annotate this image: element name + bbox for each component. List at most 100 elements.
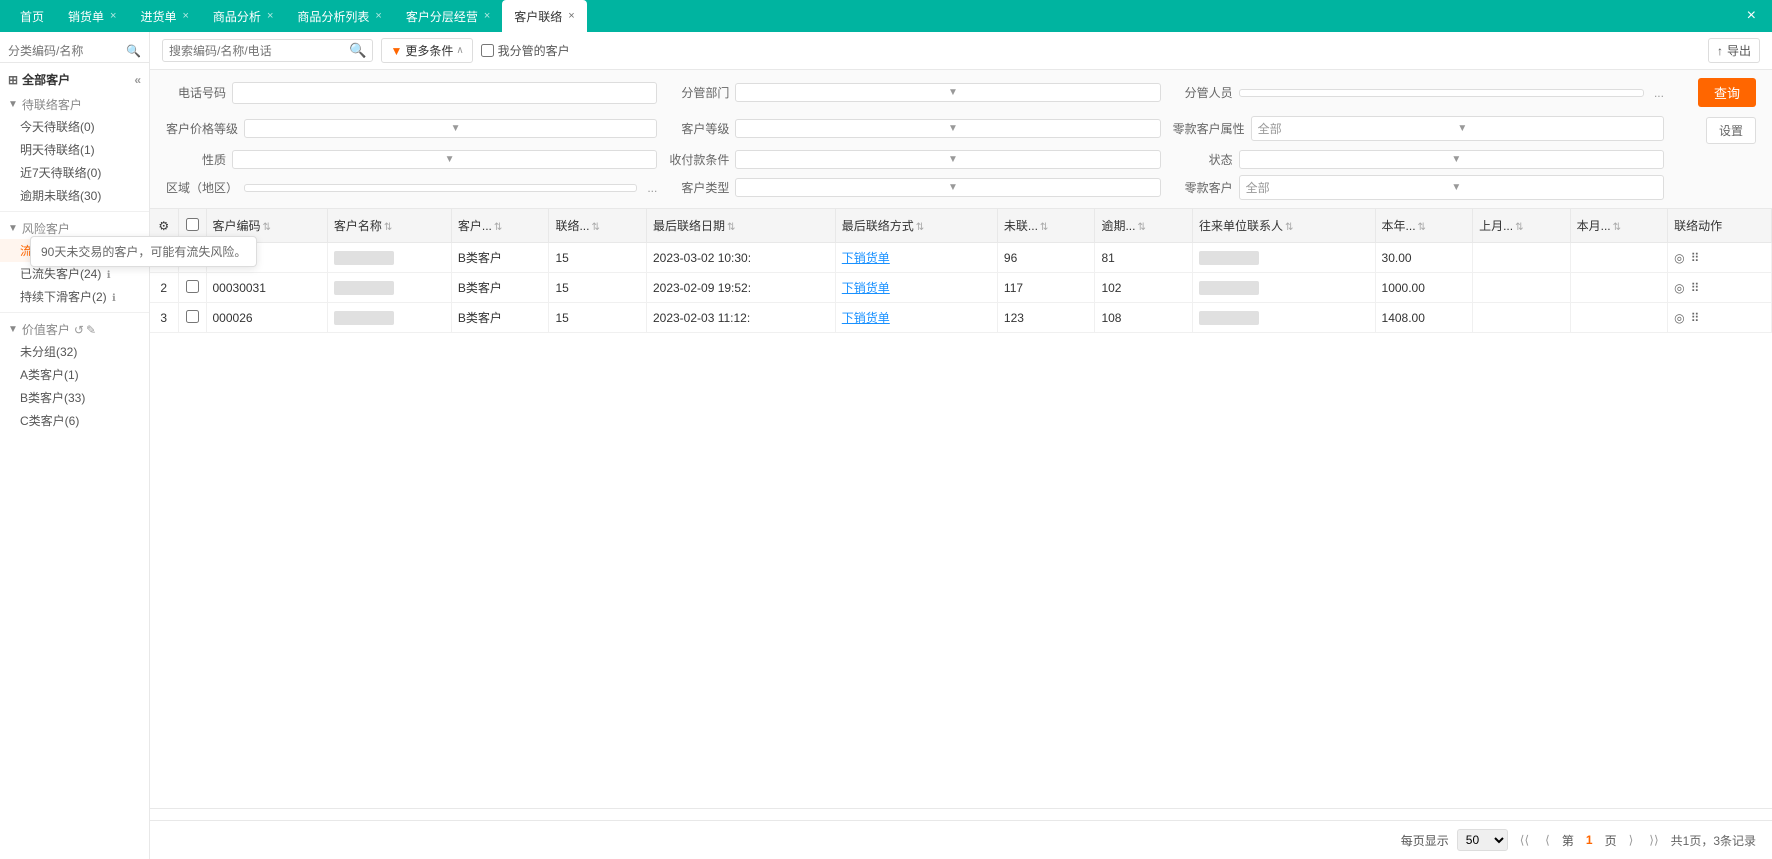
td-this-year: 30.00 <box>1375 243 1473 273</box>
sort-icon[interactable]: ⇅ <box>1285 222 1293 233</box>
contact-type-link[interactable]: 下销货单 <box>842 251 890 265</box>
zero-customers-select[interactable]: 全部 ▼ <box>1239 175 1664 200</box>
row-checkbox[interactable] <box>186 280 199 293</box>
window-close-button[interactable]: × <box>1739 7 1764 25</box>
filter-search-input[interactable] <box>169 44 349 58</box>
customer-level-select[interactable]: ▼ <box>735 119 1160 138</box>
sort-icon[interactable]: ⇅ <box>1515 222 1523 233</box>
nature-select[interactable]: ▼ <box>232 150 657 169</box>
payment-select[interactable]: ▼ <box>735 150 1160 169</box>
tab-purchase[interactable]: 进货单 × <box>128 0 200 32</box>
th-last-contact-date: 最后联络日期⇅ <box>646 209 835 243</box>
sidebar-item-tomorrow[interactable]: 明天待联络(1) <box>0 138 149 161</box>
sidebar-item-today[interactable]: 今天待联络(0) <box>0 115 149 138</box>
sort-icon[interactable]: ⇅ <box>1418 222 1426 233</box>
sidebar-item-c-class[interactable]: C类客户(6) <box>0 409 149 432</box>
sidebar-item-b-class[interactable]: B类客户(33) <box>0 386 149 409</box>
sort-icon[interactable]: ⇅ <box>591 222 599 233</box>
area-select[interactable] <box>244 184 637 192</box>
td-last-month <box>1473 243 1571 273</box>
customer-type-select[interactable]: ▼ <box>735 178 1160 197</box>
prev-page-button[interactable]: ⟨ <box>1541 831 1554 849</box>
group-pending-contact[interactable]: ▼ 待联络客户 <box>0 92 149 115</box>
more-action-icon[interactable]: ⠿ <box>1691 311 1700 325</box>
sidebar-item-7days[interactable]: 近7天待联络(0) <box>0 161 149 184</box>
export-button[interactable]: ↑ 导出 <box>1708 38 1760 63</box>
last-page-button[interactable]: ⟩⟩ <box>1645 831 1662 849</box>
td-last-month <box>1473 303 1571 333</box>
sort-icon[interactable]: ⇅ <box>494 222 502 233</box>
sort-icon[interactable]: ⇅ <box>1613 222 1621 233</box>
query-button[interactable]: 查询 <box>1698 78 1756 107</box>
td-last-contact-type: 下销货单 <box>835 273 997 303</box>
my-customers-checkbox[interactable] <box>481 44 494 57</box>
gear-icon[interactable]: ⚙ <box>158 219 169 233</box>
close-icon[interactable]: × <box>110 10 116 22</box>
area-more-icon[interactable]: ... <box>647 181 657 195</box>
dept-select[interactable]: ▼ <box>735 83 1160 102</box>
sidebar-search-input[interactable] <box>8 44 126 58</box>
close-icon[interactable]: × <box>267 10 273 22</box>
close-icon[interactable]: × <box>568 10 574 22</box>
filter-actions: 查询 <box>1676 78 1756 107</box>
first-page-button[interactable]: ⟨⟨ <box>1516 831 1533 849</box>
my-customers-checkbox-label[interactable]: 我分管的客户 <box>481 42 570 59</box>
td-action: ◎ ⠿ <box>1668 273 1772 303</box>
sort-icon[interactable]: ⇅ <box>727 222 735 233</box>
contact-type-link[interactable]: 下销货单 <box>842 281 890 295</box>
next-page-button[interactable]: ⟩ <box>1625 831 1638 849</box>
tab-home[interactable]: 首页 <box>8 0 56 32</box>
sort-icon[interactable]: ⇅ <box>1040 222 1048 233</box>
data-table: ⚙ 客户编码⇅ 客户名称⇅ 客户...⇅ 联络...⇅ 最后联络日期⇅ 最后联络… <box>150 209 1772 333</box>
more-conditions-button[interactable]: ▼ 更多条件 ∧ <box>381 38 472 63</box>
phone-input[interactable] <box>232 82 657 104</box>
sidebar-search-area: 🔍 <box>0 40 149 63</box>
group-value-customers[interactable]: ▼ 价值客户 ↺ ✎ <box>0 317 149 340</box>
per-page-label: 每页显示 <box>1401 832 1449 849</box>
tab-customer-contact[interactable]: 客户联络 × <box>502 0 586 32</box>
chevron-down-icon: ▼ <box>948 87 1154 98</box>
collapse-icon[interactable]: « <box>134 73 141 87</box>
pagination: 每页显示 50 100 200 ⟨⟨ ⟨ 第 1 页 ⟩ ⟩⟩ 共1页，3条记录 <box>150 820 1772 859</box>
close-icon[interactable]: × <box>484 10 490 22</box>
more-action-icon[interactable]: ⠿ <box>1691 281 1700 295</box>
th-last-contact-type: 最后联络方式⇅ <box>835 209 997 243</box>
filter-field-dept: 分管部门 ▼ <box>669 83 1172 102</box>
more-options-icon[interactable]: ... <box>1654 86 1664 100</box>
contact-action-icon[interactable]: ◎ <box>1674 311 1684 325</box>
td-this-month <box>1570 303 1668 333</box>
more-action-icon[interactable]: ⠿ <box>1691 251 1700 265</box>
setting-button[interactable]: 设置 <box>1706 117 1756 144</box>
person-select[interactable] <box>1239 89 1644 97</box>
sort-icon[interactable]: ⇅ <box>916 222 924 233</box>
sort-icon[interactable]: ⇅ <box>263 222 271 233</box>
zero-attr-select[interactable]: 全部 ▼ <box>1251 116 1664 141</box>
td-overdue: 81 <box>1095 243 1193 273</box>
select-all-checkbox[interactable] <box>186 218 199 231</box>
tab-analysis[interactable]: 商品分析 × <box>201 0 285 32</box>
sidebar-item-ungrouped[interactable]: 未分组(32) <box>0 340 149 363</box>
close-icon[interactable]: × <box>182 10 188 22</box>
close-icon[interactable]: × <box>375 10 381 22</box>
info-icon: ℹ <box>112 293 116 304</box>
contact-action-icon[interactable]: ◎ <box>1674 251 1684 265</box>
sidebar-item-a-class[interactable]: A类客户(1) <box>0 363 149 386</box>
tab-analysis-list[interactable]: 商品分析列表 × <box>285 0 393 32</box>
price-level-select[interactable]: ▼ <box>244 119 657 138</box>
sort-icon[interactable]: ⇅ <box>1137 222 1145 233</box>
horizontal-scrollbar[interactable] <box>150 808 1772 820</box>
status-select[interactable]: ▼ <box>1239 150 1664 169</box>
tab-sales[interactable]: 销货单 × <box>56 0 128 32</box>
sidebar-item-declining-customers[interactable]: 持续下滑客户(2) ℹ <box>0 285 149 308</box>
sidebar-item-overdue-contact[interactable]: 逾期未联络(30) <box>0 184 149 207</box>
edit-icon[interactable]: ✎ <box>86 323 96 337</box>
per-page-select[interactable]: 50 100 200 <box>1457 829 1508 851</box>
sort-icon[interactable]: ⇅ <box>384 222 392 233</box>
tab-customer-tier[interactable]: 客户分层经营 × <box>394 0 502 32</box>
contact-type-link[interactable]: 下销货单 <box>842 311 890 325</box>
refresh-icon[interactable]: ↺ <box>74 323 84 337</box>
row-checkbox[interactable] <box>186 310 199 323</box>
filter-search-button[interactable]: 🔍 <box>349 42 366 59</box>
filter-bar: 🔍 ▼ 更多条件 ∧ 我分管的客户 ↑ 导出 <box>150 32 1772 70</box>
contact-action-icon[interactable]: ◎ <box>1674 281 1684 295</box>
